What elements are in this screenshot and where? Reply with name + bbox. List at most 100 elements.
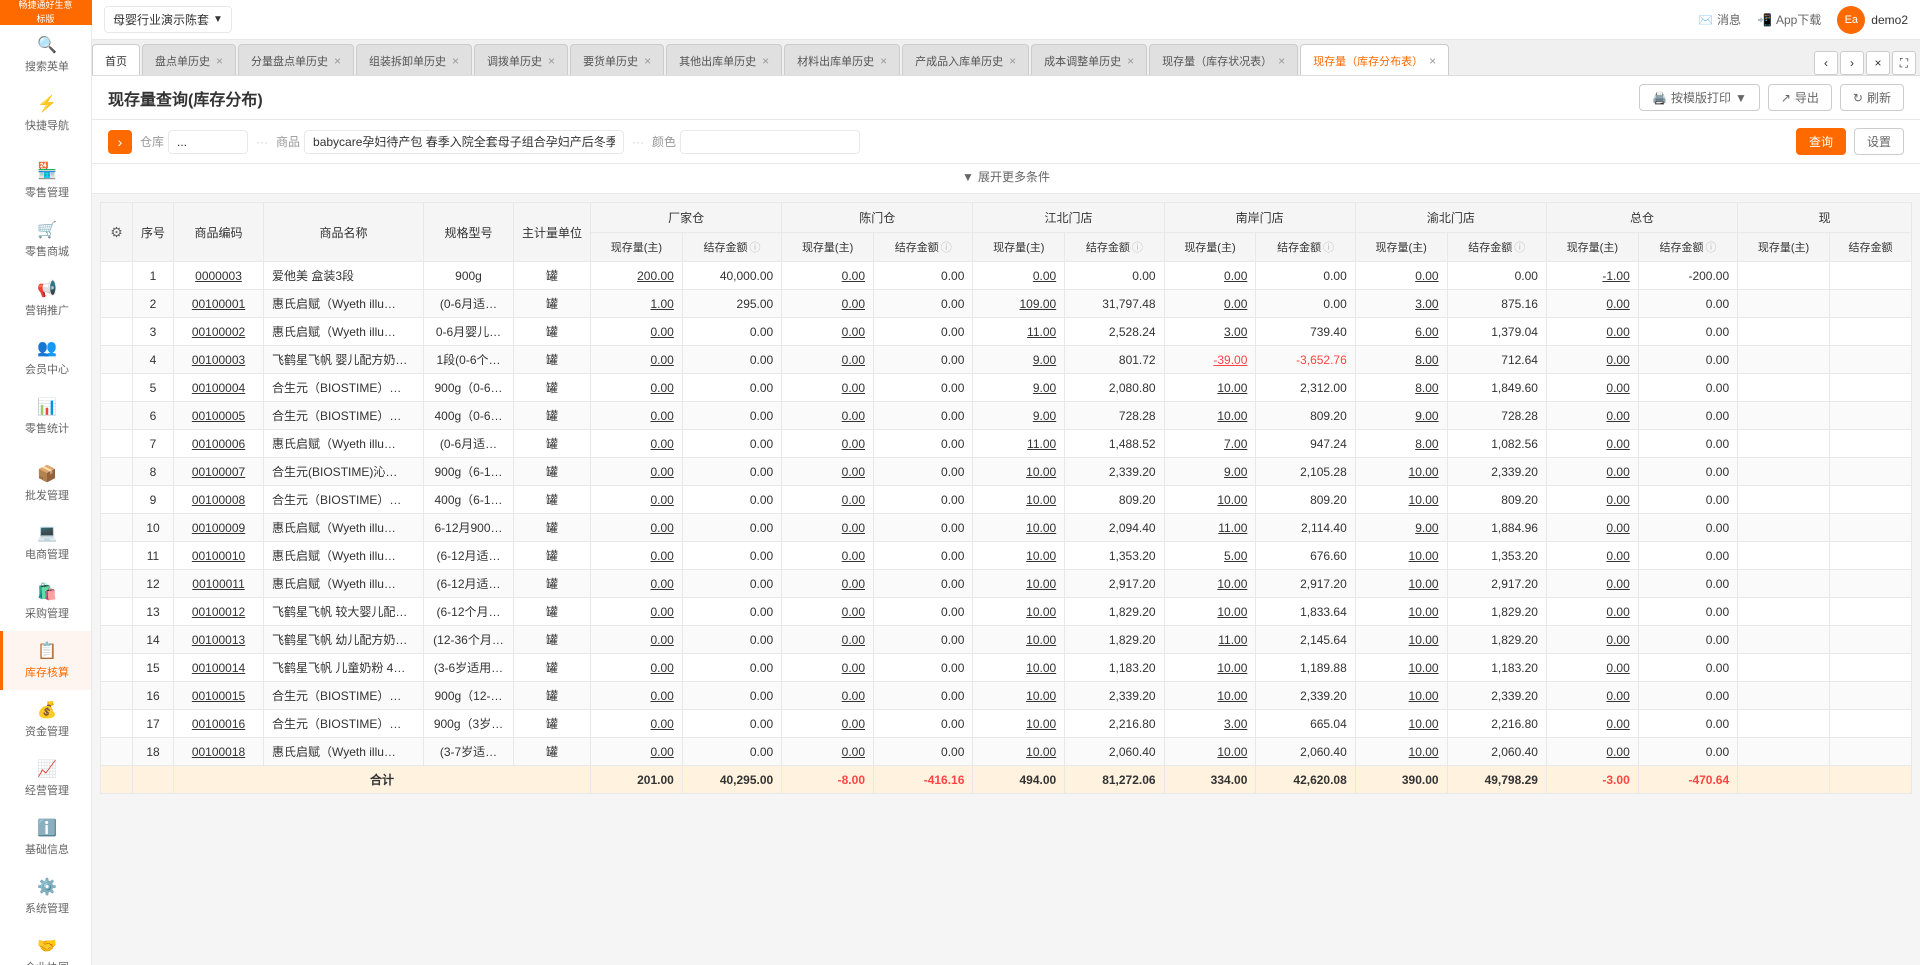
row-total-stock[interactable]: 0.00 xyxy=(1546,486,1638,514)
row-code[interactable]: 00100010 xyxy=(174,542,264,570)
row-nanan-stock[interactable]: 10.00 xyxy=(1164,570,1256,598)
tab-close-material-out[interactable]: × xyxy=(880,54,887,68)
row-yuzhong-stock[interactable]: 10.00 xyxy=(1355,738,1447,766)
row-nanan-stock[interactable]: 10.00 xyxy=(1164,598,1256,626)
tab-close-stock-dist[interactable]: × xyxy=(1429,54,1436,68)
row-code[interactable]: 00100008 xyxy=(174,486,264,514)
expand-conditions-btn[interactable]: ▼ 展开更多条件 xyxy=(962,168,1050,185)
row-factory-stock[interactable]: 0.00 xyxy=(591,458,683,486)
row-factory-stock[interactable]: 0.00 xyxy=(591,710,683,738)
row-yuzhong-stock[interactable]: 9.00 xyxy=(1355,402,1447,430)
sidebar-item-retail-stat[interactable]: 📊 零售统计 xyxy=(0,387,91,446)
tab-transfer[interactable]: 调拨单历史 × xyxy=(474,44,568,76)
row-settings[interactable] xyxy=(101,262,133,290)
row-factory-stock[interactable]: 0.00 xyxy=(591,598,683,626)
row-nanan-stock[interactable]: 10.00 xyxy=(1164,402,1256,430)
row-yuzhong-stock[interactable]: 8.00 xyxy=(1355,430,1447,458)
row-factory-stock[interactable]: 0.00 xyxy=(591,402,683,430)
tab-close-all-btn[interactable]: × xyxy=(1866,51,1890,75)
row-settings[interactable] xyxy=(101,710,133,738)
row-nanan-stock[interactable]: 10.00 xyxy=(1164,486,1256,514)
row-factory-stock[interactable]: 0.00 xyxy=(591,738,683,766)
row-factory-stock[interactable]: 0.00 xyxy=(591,654,683,682)
row-settings[interactable] xyxy=(101,598,133,626)
row-chenmen-stock[interactable]: 0.00 xyxy=(782,486,874,514)
row-code[interactable]: 00100003 xyxy=(174,346,264,374)
row-jiangbei-stock[interactable]: 109.00 xyxy=(973,290,1065,318)
goods-more-icon[interactable]: ··· xyxy=(632,135,644,149)
row-chenmen-stock[interactable]: 0.00 xyxy=(782,346,874,374)
row-yuzhong-stock[interactable]: 8.00 xyxy=(1355,346,1447,374)
row-nanan-stock[interactable]: 0.00 xyxy=(1164,290,1256,318)
tab-requisition[interactable]: 要货单历史 × xyxy=(570,44,664,76)
row-chenmen-stock[interactable]: 0.00 xyxy=(782,626,874,654)
tab-assemble[interactable]: 组装拆卸单历史 × xyxy=(356,44,472,76)
row-total-stock[interactable]: 0.00 xyxy=(1546,402,1638,430)
row-nanan-stock[interactable]: 10.00 xyxy=(1164,374,1256,402)
row-code[interactable]: 00100013 xyxy=(174,626,264,654)
row-nanan-stock[interactable]: 5.00 xyxy=(1164,542,1256,570)
row-total-stock[interactable]: 0.00 xyxy=(1546,290,1638,318)
row-factory-stock[interactable]: 0.00 xyxy=(591,374,683,402)
row-yuzhong-stock[interactable]: 8.00 xyxy=(1355,374,1447,402)
tab-material-out[interactable]: 材料出库单历史 × xyxy=(784,44,900,76)
row-settings[interactable] xyxy=(101,682,133,710)
row-chenmen-stock[interactable]: 0.00 xyxy=(782,710,874,738)
row-yuzhong-stock[interactable]: 10.00 xyxy=(1355,710,1447,738)
row-jiangbei-stock[interactable]: 10.00 xyxy=(973,654,1065,682)
row-yuzhong-stock[interactable]: 10.00 xyxy=(1355,458,1447,486)
row-factory-stock[interactable]: 0.00 xyxy=(591,626,683,654)
tab-close-requisition[interactable]: × xyxy=(644,54,651,68)
export-button[interactable]: ↗ 导出 xyxy=(1768,84,1832,111)
row-nanan-stock[interactable]: 10.00 xyxy=(1164,682,1256,710)
row-yuzhong-stock[interactable]: 0.00 xyxy=(1355,262,1447,290)
row-total-stock[interactable]: 0.00 xyxy=(1546,738,1638,766)
row-settings[interactable] xyxy=(101,374,133,402)
row-chenmen-stock[interactable]: 0.00 xyxy=(782,374,874,402)
row-chenmen-stock[interactable]: 0.00 xyxy=(782,514,874,542)
warehouse-input[interactable] xyxy=(168,130,248,154)
tab-stock-status[interactable]: 现存量（库存状况表） × xyxy=(1149,44,1298,76)
row-chenmen-stock[interactable]: 0.00 xyxy=(782,682,874,710)
row-chenmen-stock[interactable]: 0.00 xyxy=(782,290,874,318)
tab-close-product-in[interactable]: × xyxy=(1009,54,1016,68)
row-settings[interactable] xyxy=(101,290,133,318)
tab-close-assemble[interactable]: × xyxy=(452,54,459,68)
tab-close-stock-single[interactable]: × xyxy=(216,54,223,68)
row-settings[interactable] xyxy=(101,458,133,486)
row-yuzhong-stock[interactable]: 10.00 xyxy=(1355,598,1447,626)
row-factory-stock[interactable]: 0.00 xyxy=(591,346,683,374)
row-total-stock[interactable]: 0.00 xyxy=(1546,514,1638,542)
row-total-stock[interactable]: 0.00 xyxy=(1546,682,1638,710)
row-jiangbei-stock[interactable]: 10.00 xyxy=(973,458,1065,486)
row-chenmen-stock[interactable]: 0.00 xyxy=(782,570,874,598)
row-nanan-stock[interactable]: -39.00 xyxy=(1164,346,1256,374)
row-chenmen-stock[interactable]: 0.00 xyxy=(782,458,874,486)
tab-expand-btn[interactable]: ⛶ xyxy=(1892,51,1916,75)
row-yuzhong-stock[interactable]: 3.00 xyxy=(1355,290,1447,318)
row-jiangbei-stock[interactable]: 10.00 xyxy=(973,710,1065,738)
tab-next-btn[interactable]: › xyxy=(1840,51,1864,75)
row-yuzhong-stock[interactable]: 10.00 xyxy=(1355,570,1447,598)
row-chenmen-stock[interactable]: 0.00 xyxy=(782,430,874,458)
sidebar-item-ecom[interactable]: 💻 电商管理 xyxy=(0,513,91,572)
row-chenmen-stock[interactable]: 0.00 xyxy=(782,542,874,570)
tab-other-out[interactable]: 其他出库单历史 × xyxy=(666,44,782,76)
row-yuzhong-stock[interactable]: 10.00 xyxy=(1355,542,1447,570)
row-jiangbei-stock[interactable]: 10.00 xyxy=(973,542,1065,570)
row-nanan-stock[interactable]: 10.00 xyxy=(1164,738,1256,766)
row-settings[interactable] xyxy=(101,318,133,346)
row-settings[interactable] xyxy=(101,346,133,374)
row-yuzhong-stock[interactable]: 10.00 xyxy=(1355,682,1447,710)
row-settings[interactable] xyxy=(101,542,133,570)
sidebar-item-basic[interactable]: ℹ️ 基础信息 xyxy=(0,808,91,867)
app-download-action[interactable]: 📲 App下载 xyxy=(1757,11,1821,28)
org-selector[interactable]: 母婴行业演示陈套 ▼ xyxy=(104,6,232,33)
row-total-stock[interactable]: 0.00 xyxy=(1546,710,1638,738)
row-code[interactable]: 00100016 xyxy=(174,710,264,738)
row-jiangbei-stock[interactable]: 10.00 xyxy=(973,682,1065,710)
row-jiangbei-stock[interactable]: 10.00 xyxy=(973,570,1065,598)
table-wrap[interactable]: ⚙ 序号 商品编码 商品名称 规格型号 主计量单位 厂家仓 陈门仓 江北门店 南… xyxy=(92,194,1920,965)
row-code[interactable]: 0000003 xyxy=(174,262,264,290)
row-factory-stock[interactable]: 1.00 xyxy=(591,290,683,318)
